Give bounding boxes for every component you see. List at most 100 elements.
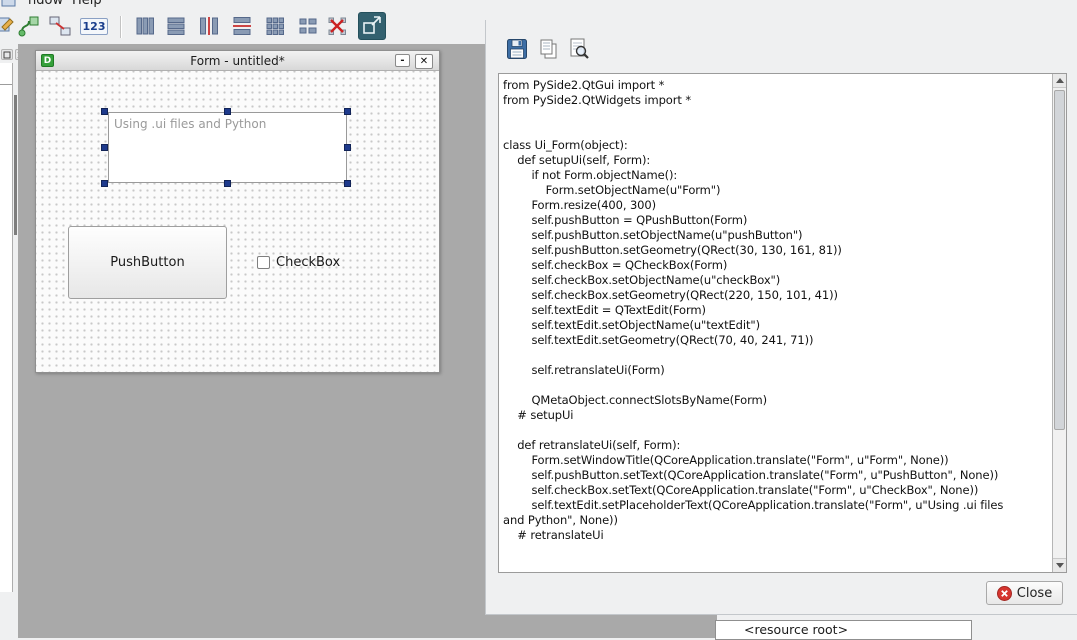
code-line: from PySide2.QtGui import * [503,78,1049,93]
code-line: self.checkBox = QCheckBox(Form) [503,258,1049,273]
lay-out-vertically-in-splitter-button[interactable] [229,13,255,39]
break-layout-icon [325,14,349,38]
code-line: self.pushButton = QPushButton(Form) [503,213,1049,228]
edit-tab-order-button[interactable]: 123 [79,13,109,39]
code-line: Form.setWindowTitle(QCoreApplication.tra… [503,453,1049,468]
resource-root-item[interactable]: <resource root> [716,621,971,638]
widgetbox-dock-sliver [0,63,13,592]
code-line: if not Form.objectName(): [503,168,1049,183]
adjust-size-icon [360,14,384,38]
selection-handle[interactable] [101,144,108,151]
edit-buddies-icon [48,14,72,38]
checkbox-widget[interactable]: CheckBox [257,254,340,270]
lay-out-vertically-in-splitter-icon [230,14,254,38]
code-line [503,348,1049,363]
save-button[interactable] [504,36,530,62]
code-line [503,108,1049,123]
find-button[interactable] [566,36,592,62]
code-line: self.textEdit = QTextEdit(Form) [503,303,1049,318]
toolbar-separator [120,16,122,38]
menu-item-help[interactable]: Help [72,0,102,8]
form-window-titlebar[interactable]: D Form - untitled* - ✕ [36,51,439,71]
menu-icon-fragment [1,0,17,8]
code-box: from PySide2.QtGui import *from PySide2.… [498,73,1067,573]
copy-icon [537,37,561,61]
selection-handle[interactable] [224,180,231,187]
menubar: ndow Help [0,0,1077,10]
edit-signals-slots-icon [17,14,41,38]
selection-handle[interactable] [344,180,351,187]
edit-tab-order-icon: 123 [80,18,109,35]
dock-float-button[interactable] [1,49,13,60]
lay-out-in-a-grid-icon [263,14,287,38]
textedit-placeholder: Using .ui files and Python [114,117,266,131]
textedit-widget[interactable]: Using .ui files and Python [108,112,347,183]
selection-handle[interactable] [224,108,231,115]
scroll-down-arrow[interactable] [1053,558,1066,572]
code-line: class Ui_Form(object): [503,138,1049,153]
code-line: and Python", None)) [503,513,1049,528]
break-layout-button[interactable] [324,13,350,39]
form-close-button[interactable]: ✕ [415,54,433,69]
code-line [503,423,1049,438]
form-canvas[interactable]: Using .ui files and Python PushButton Ch… [36,71,439,372]
form-minimize-button[interactable]: - [395,54,410,67]
pushbutton-widget[interactable]: PushButton [68,226,227,299]
close-button-label: Close [1017,586,1052,601]
code-line: self.textEdit.setGeometry(QRect(70, 40, … [503,333,1049,348]
lay-out-horizontally-in-splitter-button[interactable] [196,13,222,39]
lay-out-in-a-form-layout-icon [296,14,320,38]
code-line [503,123,1049,138]
copy-button[interactable] [536,36,562,62]
code-line: def setupUi(self, Form): [503,153,1049,168]
code-line [503,378,1049,393]
code-line: QMetaObject.connectSlotsByName(Form) [503,393,1049,408]
adjust-size-button[interactable] [358,12,386,40]
checkbox-label: CheckBox [276,255,340,270]
lay-out-horizontally-button[interactable] [132,13,158,39]
code-line: Form.resize(400, 300) [503,198,1049,213]
code-line: self.checkBox.setText(QCoreApplication.t… [503,483,1049,498]
selection-handle[interactable] [344,144,351,151]
scroll-thumb[interactable] [1054,90,1065,430]
code-line: # retranslateUi [503,528,1049,543]
lay-out-in-a-grid-button[interactable] [262,13,288,39]
code-line: # setupUi [503,408,1049,423]
close-button-icon [997,586,1012,601]
code-line: self.checkBox.setObjectName(u"checkBox") [503,273,1049,288]
widgetbox-scrollbar[interactable] [14,95,17,235]
checkbox-indicator[interactable] [257,256,270,269]
edit-widgets-icon [0,14,17,38]
edit-signals-slots-button[interactable] [16,13,42,39]
resource-browser-panel: <resource root> [715,620,972,640]
lay-out-vertically-button[interactable] [163,13,189,39]
close-button[interactable]: Close [986,581,1063,605]
pushbutton-label: PushButton [110,255,184,270]
code-line: self.pushButton.setText(QCoreApplication… [503,468,1049,483]
code-editor[interactable]: from PySide2.QtGui import *from PySide2.… [500,75,1051,571]
app-root: { "menubar": { "items": [ { "label": "nd… [0,0,1077,638]
selection-handle[interactable] [101,108,108,115]
designer-form-icon: D [41,54,54,67]
menu-item-window[interactable]: ndow [28,0,63,8]
code-line: from PySide2.QtWidgets import * [503,93,1049,108]
selection-handle[interactable] [344,108,351,115]
code-line: self.checkBox.setGeometry(QRect(220, 150… [503,288,1049,303]
form-designer-window: D Form - untitled* - ✕ Using .ui files a… [35,50,440,373]
form-window-title: Form - untitled* [36,54,439,68]
code-preview-dialog: from PySide2.QtGui import *from PySide2.… [485,20,1077,615]
lay-out-horizontally-in-splitter-icon [197,14,221,38]
code-line: def retranslateUi(self, Form): [503,438,1049,453]
code-line: self.textEdit.setObjectName(u"textEdit") [503,318,1049,333]
scroll-up-arrow[interactable] [1053,74,1066,88]
code-line: self.pushButton.setObjectName(u"pushButt… [503,228,1049,243]
widgetbox-filter-edge[interactable] [0,63,12,85]
edit-buddies-button[interactable] [47,13,73,39]
lay-out-in-a-form-layout-button[interactable] [295,13,321,39]
selection-handle[interactable] [101,180,108,187]
lay-out-horizontally-icon [133,14,157,38]
lay-out-vertically-icon [164,14,188,38]
code-vertical-scrollbar[interactable] [1052,74,1066,572]
find-icon [567,37,591,61]
code-line: self.retranslateUi(Form) [503,363,1049,378]
